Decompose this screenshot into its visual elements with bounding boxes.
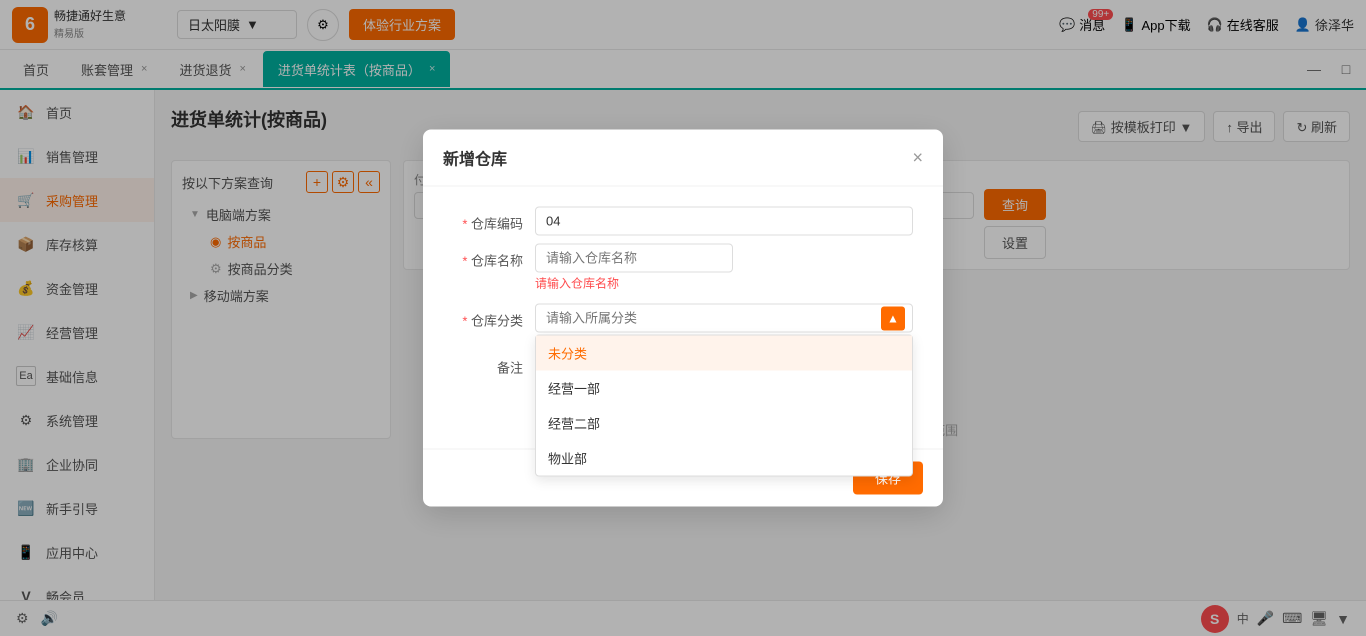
category-label: 仓库分类 — [453, 304, 523, 330]
chevron-up-icon: ▲ — [887, 311, 899, 325]
dialog-header: 新增仓库 × — [423, 130, 943, 187]
dropdown-item-dept1[interactable]: 经营一部 — [536, 371, 912, 406]
name-row: 仓库名称 请输入仓库名称 — [535, 244, 913, 292]
dialog-title: 新增仓库 — [443, 146, 507, 170]
category-wrapper: ▲ 未分类 经营一部 经营二部 物业部 — [535, 304, 913, 333]
code-row: 仓库编码 — [453, 207, 913, 236]
dropdown-item-uncategorized[interactable]: 未分类 — [536, 336, 912, 371]
category-dropdown: 未分类 经营一部 经营二部 物业部 — [535, 335, 913, 477]
code-input[interactable] — [535, 207, 913, 236]
category-toggle-button[interactable]: ▲ — [881, 306, 905, 330]
add-warehouse-dialog: 新增仓库 × 仓库编码 仓库名称 请输入仓库名称 仓库分类 ▲ — [423, 130, 943, 507]
name-error-message: 请输入仓库名称 — [535, 275, 733, 292]
dropdown-item-property[interactable]: 物业部 — [536, 441, 912, 476]
category-row: 仓库分类 ▲ 未分类 经营一部 经营二部 物业部 — [453, 304, 913, 333]
dropdown-item-dept2[interactable]: 经营二部 — [536, 406, 912, 441]
name-input[interactable] — [535, 244, 733, 273]
dialog-close-button[interactable]: × — [912, 149, 923, 167]
code-label: 仓库编码 — [453, 207, 523, 233]
category-input[interactable] — [535, 304, 913, 333]
name-label: 仓库名称 — [453, 244, 523, 270]
remark-label: 备注 — [453, 351, 523, 377]
dialog-body: 仓库编码 仓库名称 请输入仓库名称 仓库分类 ▲ — [423, 187, 943, 449]
